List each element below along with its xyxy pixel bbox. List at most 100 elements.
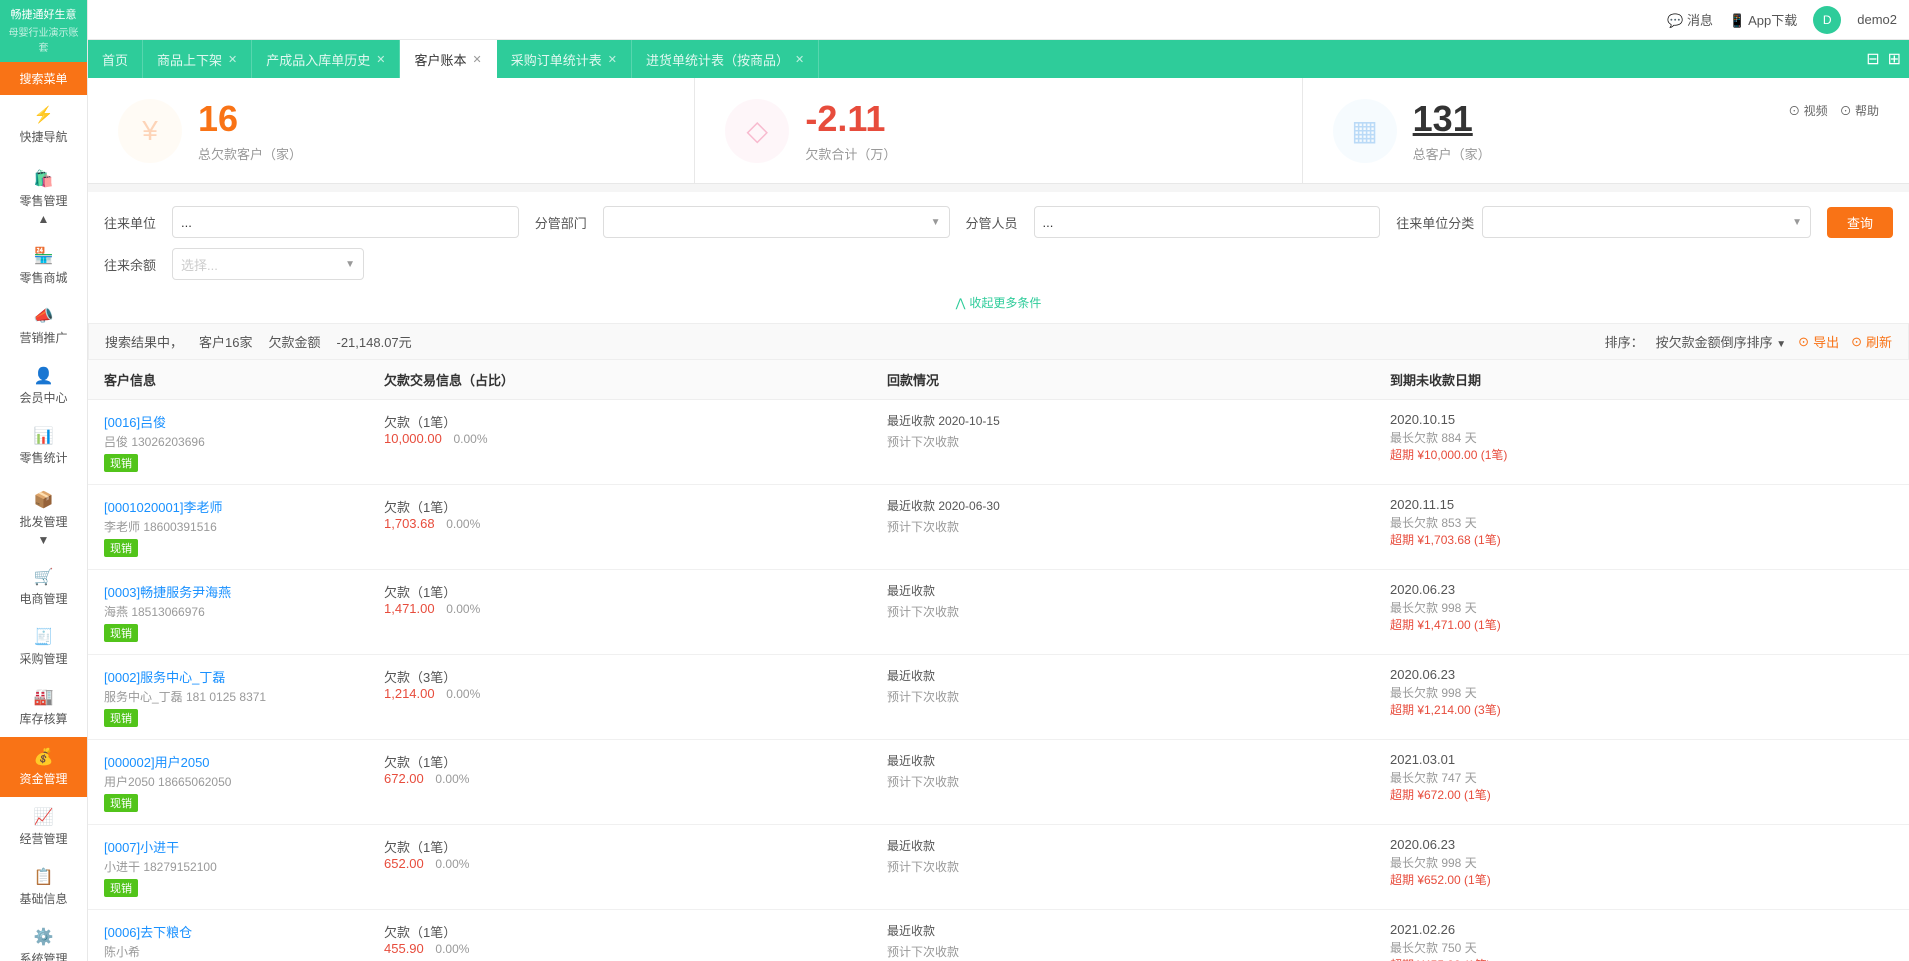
customer-name-3[interactable]: [0002]服务中心_丁磊 xyxy=(104,667,384,686)
balance-select[interactable]: 选择... ▼ xyxy=(172,248,364,280)
customer-name-5[interactable]: [0007]小进干 xyxy=(104,837,384,856)
query-button[interactable]: 查询 xyxy=(1827,207,1893,238)
unit-category-select[interactable]: ▼ xyxy=(1482,206,1811,238)
debt-amount-2[interactable]: 1,471.00 xyxy=(384,601,435,616)
overdue-info-4: 2021.03.01 最长欠款 747 天 超期 ¥672.00 (1笔) xyxy=(1390,752,1893,803)
collection-next-2: 预计下次收款 xyxy=(887,603,1390,620)
sidebar-item-ecommerce[interactable]: 🛒 电商管理 xyxy=(0,557,87,617)
collapse-arrow: ⋀ xyxy=(956,296,966,310)
sidebar-item-purchase[interactable]: 🧾 采购管理 xyxy=(0,617,87,677)
finance-icon: 💰 xyxy=(34,747,54,767)
overdue-amount-4[interactable]: 超期 ¥672.00 (1笔) xyxy=(1390,786,1893,803)
tab-purchase-order[interactable]: 采购订单统计表 ✕ xyxy=(497,40,632,78)
sidebar-item-batch-mgmt[interactable]: 📦 批发管理 ▼ xyxy=(0,480,87,557)
tab-customer-account[interactable]: 客户账本 ✕ xyxy=(400,40,496,78)
tab-purchase-order-close[interactable]: ✕ xyxy=(608,53,617,66)
tab-product-shelf[interactable]: 商品上下架 ✕ xyxy=(143,40,252,78)
video-btn[interactable]: ⊙ 视频 xyxy=(1788,102,1827,119)
customer-info-6: [0006]去下粮仓 陈小希 现销 xyxy=(104,922,384,961)
app-download-btn[interactable]: 📱 App下载 xyxy=(1729,10,1797,29)
debt-info-2: 欠款（1笔） 1,471.00 0.00% xyxy=(384,582,887,616)
tab-product-history-close[interactable]: ✕ xyxy=(376,53,385,66)
user-name[interactable]: demo2 xyxy=(1857,12,1897,27)
collapse-label: 收起更多条件 xyxy=(969,294,1041,311)
help-btn[interactable]: ⊙ 帮助 xyxy=(1840,102,1879,119)
user-avatar[interactable]: D xyxy=(1813,6,1841,34)
debt-info-0: 欠款（1笔） 10,000.00 0.00% xyxy=(384,412,887,446)
collection-info-0: 最近收款 2020-10-15 预计下次收款 xyxy=(887,412,1390,450)
sidebar-item-operation[interactable]: 📈 经营管理 xyxy=(0,797,87,857)
sidebar-item-warehouse[interactable]: 🏭 库存核算 xyxy=(0,677,87,737)
sidebar-item-basic[interactable]: 📋 基础信息 xyxy=(0,857,87,917)
overdue-info-1: 2020.11.15 最长欠款 853 天 超期 ¥1,703.68 (1笔) xyxy=(1390,497,1893,548)
main-content: 💬 消息 📱 App下载 D demo2 首页 商品上下架 ✕ 产成品入库单历史… xyxy=(88,0,1909,961)
customer-info-2: [0003]畅捷服务尹海燕 海燕 18513066976 现销 xyxy=(104,582,384,642)
tab-purchase-stats[interactable]: 进货单统计表（按商品） ✕ xyxy=(632,40,819,78)
operation-icon: 📈 xyxy=(34,807,54,827)
tab-home-label: 首页 xyxy=(102,50,128,69)
table-row: [0016]吕俊 吕俊 13026203696 现销 欠款（1笔） 10,000… xyxy=(88,400,1909,485)
sidebar: 畅捷通好生意 母婴行业演示账套 搜索菜单 ⚡ 快捷导航 🛍️ 零售管理 ▲ 🏪 … xyxy=(0,0,88,961)
filter-collapse-btn[interactable]: ⋀ 收起更多条件 xyxy=(104,290,1893,315)
sidebar-item-system[interactable]: ⚙️ 系统管理 xyxy=(0,917,87,961)
tab-purchase-stats-close[interactable]: ✕ xyxy=(795,53,804,66)
debt-amount-4[interactable]: 672.00 xyxy=(384,771,424,786)
debt-percent-2: 0.00% xyxy=(446,602,480,616)
tab-product-shelf-label: 商品上下架 xyxy=(157,50,222,69)
sidebar-item-retail-stats[interactable]: 📊 零售统计 xyxy=(0,416,87,476)
from-unit-input[interactable]: ... xyxy=(172,206,519,238)
export-btn[interactable]: ⊙ 导出 xyxy=(1798,332,1839,351)
balance-chevron: ▼ xyxy=(345,259,355,270)
sort-value[interactable]: 按欠款金额倒序排序 ▼ xyxy=(1656,332,1787,351)
overdue-amount-2[interactable]: 超期 ¥1,471.00 (1笔) xyxy=(1390,616,1893,633)
debt-customers-value: 16 xyxy=(198,98,302,140)
branch-person-dots: ... xyxy=(1043,215,1054,230)
customer-tag-1: 现销 xyxy=(104,539,138,557)
debt-info-6: 欠款（1笔） 455.90 0.00% xyxy=(384,922,887,956)
branch-dept-select[interactable]: ▼ xyxy=(603,206,950,238)
overdue-amount-0[interactable]: 超期 ¥10,000.00 (1笔) xyxy=(1390,446,1893,463)
customer-name-0[interactable]: [0016]吕俊 xyxy=(104,412,384,431)
overdue-amount-1[interactable]: 超期 ¥1,703.68 (1笔) xyxy=(1390,531,1893,548)
filter-balance: 往来余额 选择... ▼ xyxy=(104,248,364,280)
customer-name-1[interactable]: [0001020001]李老师 xyxy=(104,497,384,516)
debt-amount-0[interactable]: 10,000.00 xyxy=(384,431,442,446)
customer-phone-6: 陈小希 xyxy=(104,943,384,960)
debt-amount-5[interactable]: 652.00 xyxy=(384,856,424,871)
sidebar-item-retail-store[interactable]: 🏪 零售商城 xyxy=(0,236,87,296)
sidebar-item-finance[interactable]: 💰 资金管理 xyxy=(0,737,87,797)
customer-name-4[interactable]: [000002]用户2050 xyxy=(104,752,384,771)
customer-name-6[interactable]: [0006]去下粮仓 xyxy=(104,922,384,941)
debt-amount-3[interactable]: 1,214.00 xyxy=(384,686,435,701)
sidebar-item-membership[interactable]: 👤 会员中心 xyxy=(0,356,87,416)
sidebar-item-quick-nav[interactable]: ⚡ 快捷导航 xyxy=(0,95,87,155)
tab-purchase-stats-label: 进货单统计表（按商品） xyxy=(646,50,789,69)
branch-person-input[interactable]: ... xyxy=(1034,206,1381,238)
debt-amount-label: 欠款合计（万） xyxy=(805,144,896,163)
tab-customer-account-close[interactable]: ✕ xyxy=(473,53,482,66)
sidebar-search[interactable]: 搜索菜单 xyxy=(0,62,87,95)
tabs-maximize-icon[interactable]: ⊞ xyxy=(1888,49,1901,69)
unit-category-chevron: ▼ xyxy=(1792,217,1802,228)
overdue-amount-6[interactable]: 超期 ¥455.90 (1笔) xyxy=(1390,956,1893,961)
sidebar-item-retail-mgmt[interactable]: 🛍️ 零售管理 ▲ xyxy=(0,159,87,236)
overdue-amount-3[interactable]: 超期 ¥1,214.00 (3笔) xyxy=(1390,701,1893,718)
tabs-minimize-icon[interactable]: ⊟ xyxy=(1866,49,1879,69)
customer-name-2[interactable]: [0003]畅捷服务尹海燕 xyxy=(104,582,384,601)
col-customer-info: 客户信息 xyxy=(104,370,384,389)
debt-amount-6[interactable]: 455.90 xyxy=(384,941,424,956)
refresh-btn[interactable]: ⊙ 刷新 xyxy=(1851,332,1892,351)
tab-product-shelf-close[interactable]: ✕ xyxy=(228,53,237,66)
tab-product-history[interactable]: 产成品入库单历史 ✕ xyxy=(252,40,400,78)
collection-date-3: 最近收款 xyxy=(887,667,1390,684)
results-info: 搜索结果中， 客户16家 欠款金额 -21,148.07元 xyxy=(105,332,412,351)
col-debt-info: 欠款交易信息（占比） xyxy=(384,370,887,389)
topbar: 💬 消息 📱 App下载 D demo2 xyxy=(88,0,1909,40)
tab-home[interactable]: 首页 xyxy=(88,40,143,78)
debt-amount-1[interactable]: 1,703.68 xyxy=(384,516,435,531)
sidebar-item-marketing[interactable]: 📣 营销推广 xyxy=(0,296,87,356)
message-icon[interactable]: 💬 消息 xyxy=(1667,10,1713,29)
filter-row-1: 往来单位 ... 分管部门 ▼ 分管人员 ... xyxy=(104,206,1893,238)
sidebar-logo[interactable]: 畅捷通好生意 母婴行业演示账套 xyxy=(0,0,87,62)
overdue-amount-5[interactable]: 超期 ¥652.00 (1笔) xyxy=(1390,871,1893,888)
